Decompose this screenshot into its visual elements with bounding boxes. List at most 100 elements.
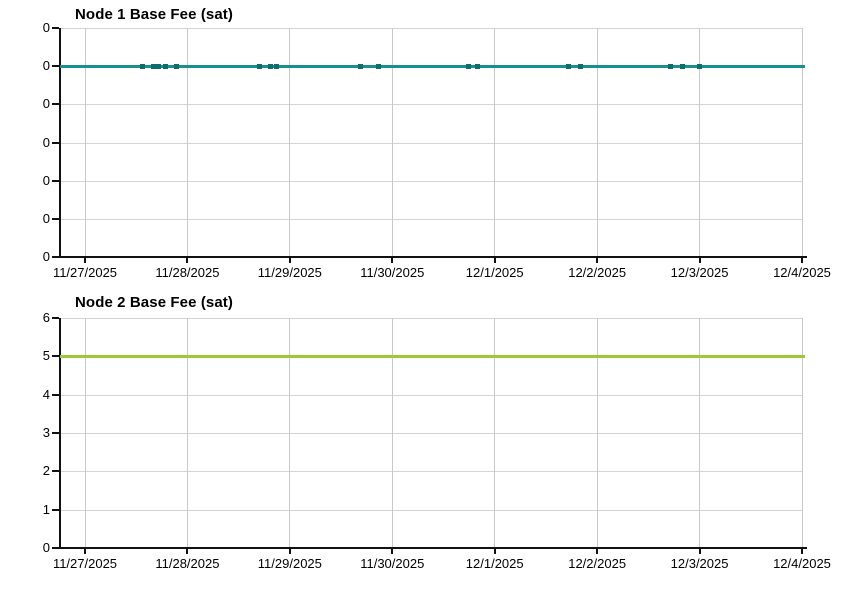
plot-area-node1[interactable]: 000000011/27/202511/28/202511/29/202511/… xyxy=(60,28,802,257)
gridline-vertical xyxy=(699,318,700,548)
x-tick-label: 12/4/2025 xyxy=(756,556,848,572)
y-tick-label: 0 xyxy=(10,210,50,228)
y-tick-label: 5 xyxy=(10,347,50,365)
series-line[interactable] xyxy=(60,65,805,68)
y-tick-mark xyxy=(52,509,59,511)
y-tick-label: 0 xyxy=(10,57,50,75)
gridline-horizontal xyxy=(60,181,802,182)
gridline-horizontal xyxy=(60,104,802,105)
gridline-vertical xyxy=(187,28,188,257)
x-tick-mark xyxy=(801,257,803,263)
y-tick-mark xyxy=(52,256,59,258)
x-tick-mark xyxy=(186,548,188,554)
y-tick-mark xyxy=(52,317,59,319)
gridline-horizontal xyxy=(60,28,802,29)
data-point-marker[interactable] xyxy=(174,64,179,69)
data-point-marker[interactable] xyxy=(566,64,571,69)
data-point-marker[interactable] xyxy=(257,64,262,69)
chart-title-node2: Node 2 Base Fee (sat) xyxy=(75,294,233,311)
gridline-vertical xyxy=(494,318,495,548)
x-tick-mark xyxy=(596,548,598,554)
y-tick-label: 6 xyxy=(10,309,50,327)
x-tick-mark xyxy=(801,548,803,554)
y-tick-mark xyxy=(52,394,59,396)
x-tick-mark xyxy=(699,548,701,554)
x-tick-mark xyxy=(494,548,496,554)
series-line[interactable] xyxy=(60,355,805,358)
y-tick-mark xyxy=(52,218,59,220)
y-tick-mark xyxy=(52,547,59,549)
x-tick-label: 11/27/2025 xyxy=(39,556,131,572)
gridline-vertical xyxy=(597,28,598,257)
x-tick-mark xyxy=(494,257,496,263)
data-point-marker[interactable] xyxy=(163,64,168,69)
y-tick-label: 0 xyxy=(10,539,50,557)
y-tick-mark xyxy=(52,470,59,472)
gridline-vertical xyxy=(187,318,188,548)
gridline-vertical xyxy=(85,28,86,257)
x-tick-label: 11/28/2025 xyxy=(141,556,233,572)
y-tick-mark xyxy=(52,432,59,434)
gridline-horizontal xyxy=(60,395,802,396)
x-axis-line xyxy=(58,547,807,549)
y-tick-mark xyxy=(52,27,59,29)
data-point-marker[interactable] xyxy=(268,64,273,69)
x-tick-mark xyxy=(289,548,291,554)
x-tick-label: 12/3/2025 xyxy=(654,265,746,281)
x-tick-label: 11/28/2025 xyxy=(141,265,233,281)
data-point-marker[interactable] xyxy=(697,64,702,69)
data-point-marker[interactable] xyxy=(358,64,363,69)
gridline-vertical xyxy=(494,28,495,257)
data-point-marker[interactable] xyxy=(680,64,685,69)
gridline-vertical xyxy=(392,28,393,257)
y-tick-label: 2 xyxy=(10,462,50,480)
gridline-vertical xyxy=(802,318,803,548)
x-tick-label: 12/2/2025 xyxy=(551,265,643,281)
y-axis-line xyxy=(59,28,61,258)
y-tick-label: 0 xyxy=(10,248,50,266)
y-tick-mark xyxy=(52,103,59,105)
plot-area-node2[interactable]: 654321011/27/202511/28/202511/29/202511/… xyxy=(60,318,802,548)
data-point-marker[interactable] xyxy=(140,64,145,69)
gridline-vertical xyxy=(699,28,700,257)
gridline-horizontal xyxy=(60,143,802,144)
x-axis-line xyxy=(58,256,807,258)
gridline-horizontal xyxy=(60,471,802,472)
gridline-horizontal xyxy=(60,433,802,434)
x-tick-label: 11/29/2025 xyxy=(244,556,336,572)
y-tick-label: 4 xyxy=(10,386,50,404)
x-tick-mark xyxy=(186,257,188,263)
data-point-marker[interactable] xyxy=(274,64,279,69)
data-point-marker[interactable] xyxy=(668,64,673,69)
gridline-vertical xyxy=(392,318,393,548)
y-tick-label: 1 xyxy=(10,501,50,519)
gridline-horizontal xyxy=(60,318,802,319)
data-point-marker[interactable] xyxy=(466,64,471,69)
x-tick-mark xyxy=(84,257,86,263)
x-tick-label: 12/4/2025 xyxy=(756,265,848,281)
data-point-marker[interactable] xyxy=(156,64,161,69)
y-tick-label: 0 xyxy=(10,172,50,190)
x-tick-mark xyxy=(391,257,393,263)
x-tick-mark xyxy=(84,548,86,554)
data-point-marker[interactable] xyxy=(376,64,381,69)
x-tick-label: 11/30/2025 xyxy=(346,556,438,572)
y-tick-mark xyxy=(52,142,59,144)
gridline-vertical xyxy=(289,28,290,257)
x-tick-mark xyxy=(289,257,291,263)
y-tick-label: 0 xyxy=(10,19,50,37)
x-tick-label: 11/27/2025 xyxy=(39,265,131,281)
x-tick-mark xyxy=(699,257,701,263)
gridline-vertical xyxy=(85,318,86,548)
dashboard-page: { "page": { "background": "#ffffff", "gr… xyxy=(0,0,860,600)
y-tick-mark xyxy=(52,65,59,67)
x-tick-mark xyxy=(391,548,393,554)
gridline-horizontal xyxy=(60,510,802,511)
data-point-marker[interactable] xyxy=(475,64,480,69)
x-tick-label: 12/1/2025 xyxy=(449,556,541,572)
y-tick-mark xyxy=(52,355,59,357)
gridline-horizontal xyxy=(60,219,802,220)
y-tick-label: 3 xyxy=(10,424,50,442)
y-axis-line xyxy=(59,318,61,549)
data-point-marker[interactable] xyxy=(578,64,583,69)
